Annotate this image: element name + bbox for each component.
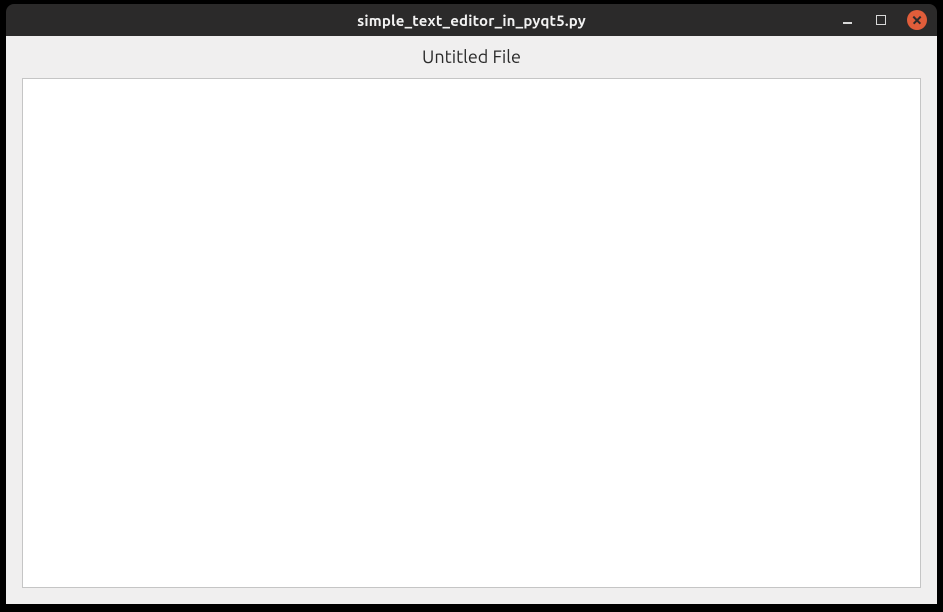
minimize-button[interactable] bbox=[839, 12, 855, 28]
maximize-button[interactable] bbox=[873, 12, 889, 28]
file-title-label: Untitled File bbox=[22, 36, 921, 78]
window-title: simple_text_editor_in_pyqt5.py bbox=[6, 12, 937, 29]
titlebar[interactable]: simple_text_editor_in_pyqt5.py bbox=[6, 4, 937, 36]
close-button[interactable] bbox=[907, 10, 927, 30]
window-controls bbox=[839, 4, 927, 36]
text-editor-frame bbox=[22, 78, 921, 588]
client-area: Untitled File bbox=[6, 36, 937, 604]
application-window: simple_text_editor_in_pyqt5.py Untitled … bbox=[6, 4, 937, 604]
text-editor-area[interactable] bbox=[23, 79, 920, 587]
